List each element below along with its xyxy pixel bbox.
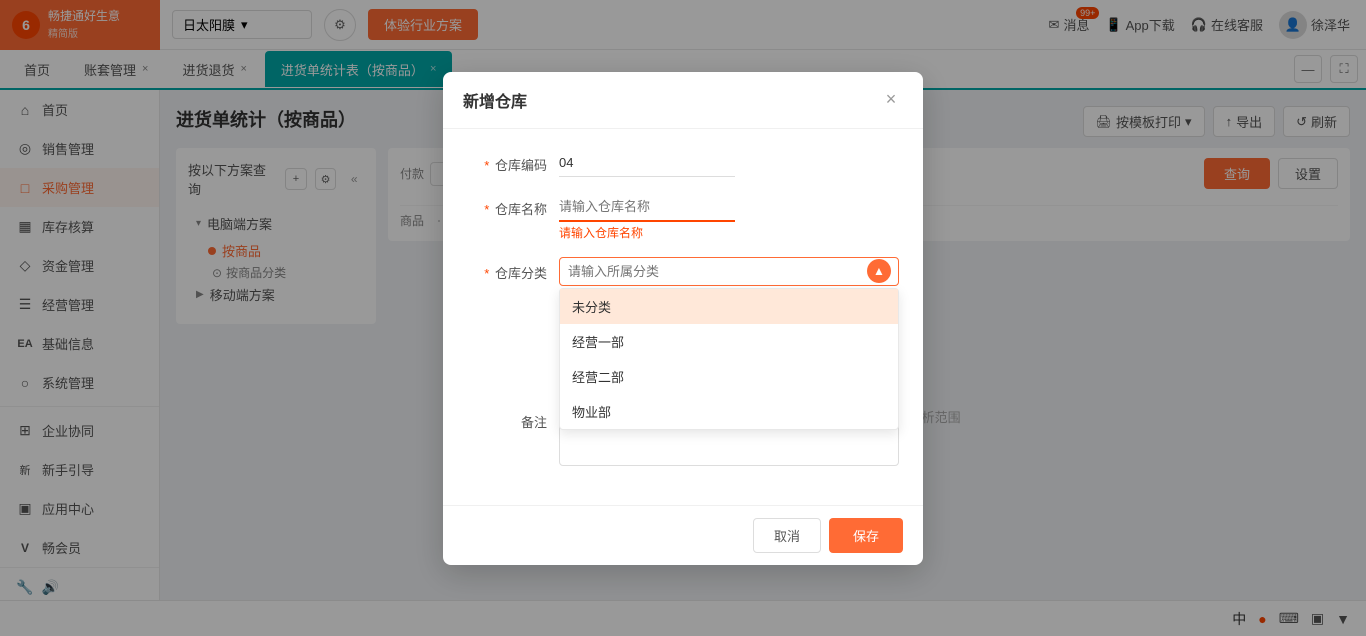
form-row-code: * 仓库编码 bbox=[467, 149, 899, 177]
category-input[interactable] bbox=[559, 257, 899, 286]
modal-header: 新增仓库 × bbox=[443, 72, 923, 129]
form-row-name: * 仓库名称 请输入仓库名称 bbox=[467, 193, 899, 241]
cat-required-star: * bbox=[484, 266, 489, 281]
category-label-text: 仓库分类 bbox=[495, 266, 547, 281]
modal-title: 新增仓库 bbox=[463, 88, 527, 112]
remark-label-text: 备注 bbox=[521, 415, 547, 430]
name-label-text: 仓库名称 bbox=[495, 202, 547, 217]
code-control bbox=[559, 149, 899, 177]
category-control: ▲ 未分类 经营一部 经营二部 物业部 bbox=[559, 257, 899, 286]
code-label: * 仓库编码 bbox=[467, 149, 547, 174]
required-star: * bbox=[484, 158, 489, 173]
code-label-text: 仓库编码 bbox=[495, 158, 547, 173]
category-dropdown-arrow[interactable]: ▲ bbox=[867, 259, 891, 283]
modal-body: * 仓库编码 * 仓库名称 请输入仓库名称 bbox=[443, 129, 923, 505]
remark-label: 备注 bbox=[467, 406, 547, 431]
dropdown-item-dept3[interactable]: 物业部 bbox=[560, 394, 898, 429]
save-button[interactable]: 保存 bbox=[829, 518, 903, 553]
modal-close-button[interactable]: × bbox=[879, 88, 903, 112]
dropdown-item-dept1[interactable]: 经营一部 bbox=[560, 324, 898, 359]
category-dropdown-list: 未分类 经营一部 经营二部 物业部 bbox=[559, 288, 899, 430]
name-error-msg: 请输入仓库名称 bbox=[559, 224, 899, 241]
modal-footer: 取消 保存 bbox=[443, 505, 923, 565]
cancel-button[interactable]: 取消 bbox=[753, 518, 821, 553]
name-label: * 仓库名称 bbox=[467, 193, 547, 218]
form-row-category: * 仓库分类 ▲ 未分类 经营一部 经营二部 物业部 bbox=[467, 257, 899, 286]
modal-add-warehouse: 新增仓库 × * 仓库编码 * 仓库名称 bbox=[443, 72, 923, 565]
code-input[interactable] bbox=[559, 149, 735, 177]
name-input[interactable] bbox=[559, 193, 735, 222]
modal-overlay: 新增仓库 × * 仓库编码 * 仓库名称 bbox=[0, 0, 1366, 636]
dropdown-item-dept2[interactable]: 经营二部 bbox=[560, 359, 898, 394]
category-label: * 仓库分类 bbox=[467, 257, 547, 282]
name-required-star: * bbox=[484, 202, 489, 217]
dropdown-item-uncategorized[interactable]: 未分类 bbox=[560, 289, 898, 324]
name-control: 请输入仓库名称 bbox=[559, 193, 899, 241]
